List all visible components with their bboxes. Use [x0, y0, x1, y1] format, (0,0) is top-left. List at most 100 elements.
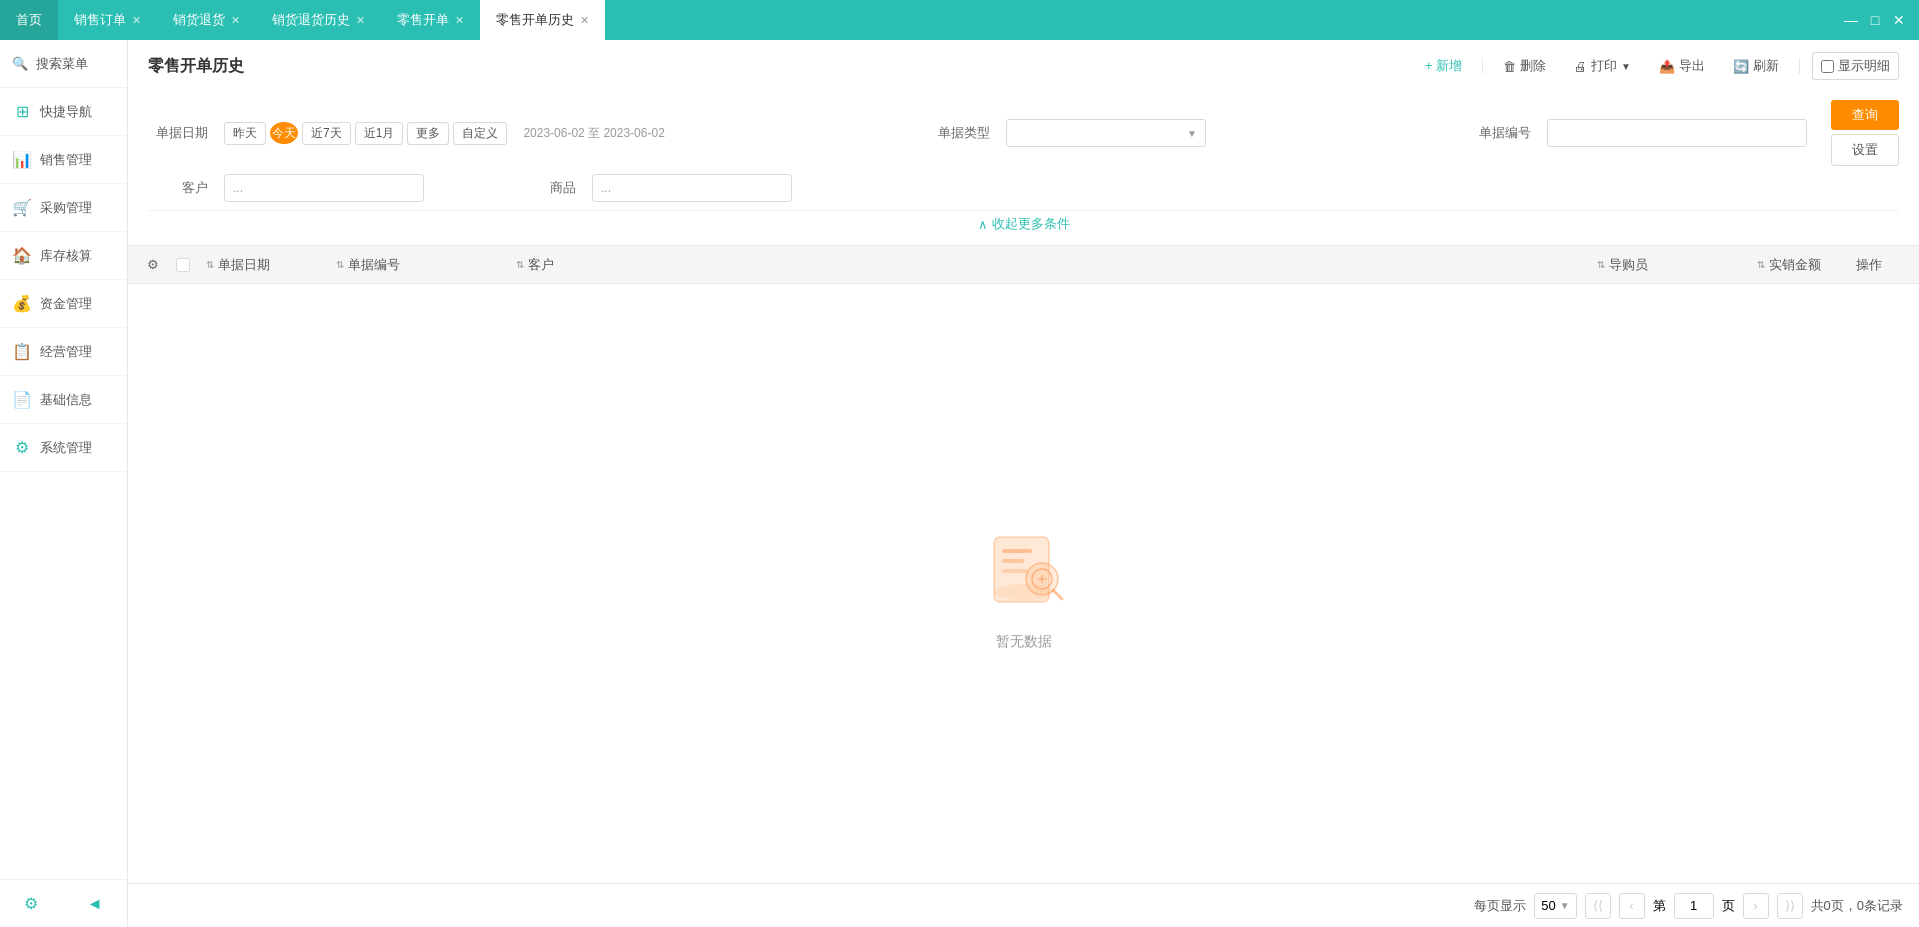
date-btn-yesterday[interactable]: 昨天 — [224, 122, 266, 145]
empty-text: 暂无数据 — [996, 633, 1052, 651]
sidebar-search[interactable]: 🔍 搜索菜单 — [0, 40, 127, 88]
th-guide[interactable]: ⇅ 导购员 — [1589, 256, 1709, 274]
th-num[interactable]: ⇅ 单据编号 — [328, 256, 508, 274]
tab-retail-open-history-label: 零售开单历史 — [496, 11, 574, 29]
display-detail-button[interactable]: 显示明细 — [1812, 52, 1899, 80]
table-header: ⚙ ⇅ 单据日期 ⇅ 单据编号 ⇅ 客户 ⇅ 导购员 — [128, 246, 1919, 284]
th-amount[interactable]: ⇅ 实销金额 — [1709, 256, 1829, 274]
doc-num-label: 单据编号 — [1471, 124, 1531, 142]
th-date[interactable]: ⇅ 单据日期 — [198, 256, 328, 274]
finance-icon: 💰 — [12, 294, 32, 313]
date-btn-1month[interactable]: 近1月 — [355, 122, 404, 145]
refresh-button-label: 刷新 — [1753, 57, 1779, 75]
print-dropdown-icon: ▼ — [1621, 61, 1631, 72]
pagination-bar: 每页显示 50 ▼ ⟨⟨ ‹ 第 页 › ⟩⟩ 共0页，0条记录 — [128, 883, 1919, 927]
refresh-button[interactable]: 🔄 刷新 — [1725, 53, 1787, 79]
filter-date-buttons: 昨天 今天 近7天 近1月 更多 自定义 — [224, 122, 507, 145]
sidebar-item-inventory[interactable]: 🏠 库存核算 — [0, 232, 127, 280]
th-customer[interactable]: ⇅ 客户 — [508, 256, 1589, 274]
new-button-label: + 新增 — [1425, 57, 1462, 75]
svg-rect-3 — [1002, 559, 1024, 563]
minimize-button[interactable]: — — [1843, 12, 1859, 28]
tab-sales-return[interactable]: 销货退货 ✕ — [157, 0, 256, 40]
tab-sales-return-label: 销货退货 — [173, 11, 225, 29]
sidebar-item-system-mgmt[interactable]: ⚙ 系统管理 — [0, 424, 127, 472]
content-area: 零售开单历史 + 新增 🗑 删除 🖨 打印 ▼ — [128, 40, 1919, 927]
th-num-label: 单据编号 — [348, 256, 400, 274]
sort-icon-guide: ⇅ — [1597, 259, 1605, 270]
maximize-button[interactable]: □ — [1867, 12, 1883, 28]
export-button-label: 导出 — [1679, 57, 1705, 75]
date-btn-today[interactable]: 今天 — [270, 122, 298, 144]
display-detail-checkbox[interactable] — [1821, 60, 1834, 73]
checkbox-all[interactable] — [176, 258, 190, 272]
delete-icon: 🗑 — [1503, 59, 1516, 74]
svg-rect-2 — [1002, 549, 1032, 553]
empty-state: 暂无数据 — [128, 284, 1919, 883]
tab-sales-order-close[interactable]: ✕ — [132, 14, 141, 27]
sidebar-item-operations[interactable]: 📋 经营管理 — [0, 328, 127, 376]
tab-sales-return-history-close[interactable]: ✕ — [356, 14, 365, 27]
sort-icon-amount: ⇅ — [1757, 259, 1765, 270]
tab-retail-open-history-close[interactable]: ✕ — [580, 14, 589, 27]
per-page-dropdown-icon: ▼ — [1560, 900, 1570, 911]
sidebar-item-basic-info[interactable]: 📄 基础信息 — [0, 376, 127, 424]
system-mgmt-icon: ⚙ — [12, 438, 32, 457]
next-page-button[interactable]: › — [1743, 893, 1769, 919]
prev-page-button[interactable]: ‹ — [1619, 893, 1645, 919]
sort-icon-num: ⇅ — [336, 259, 344, 270]
inventory-icon: 🏠 — [12, 246, 32, 265]
tab-retail-open-close[interactable]: ✕ — [455, 14, 464, 27]
query-button[interactable]: 查询 — [1831, 100, 1899, 130]
date-btn-7days[interactable]: 近7天 — [302, 122, 351, 145]
date-range-text: 2023-06-02 至 2023-06-02 — [523, 125, 664, 142]
sidebar-collapse-button[interactable]: ◄ — [87, 895, 103, 913]
export-button[interactable]: 📤 导出 — [1651, 53, 1713, 79]
sidebar: 🔍 搜索菜单 ⊞ 快捷导航 📊 销售管理 🛒 采购管理 🏠 库存核算 💰 资金管… — [0, 40, 128, 927]
print-button[interactable]: 🖨 打印 ▼ — [1566, 53, 1639, 79]
window-controls: — □ ✕ — [1843, 12, 1919, 28]
date-btn-more[interactable]: 更多 — [407, 122, 449, 145]
delete-button[interactable]: 🗑 删除 — [1495, 53, 1554, 79]
goods-more-icon: ... — [601, 181, 611, 195]
sort-icon-date: ⇅ — [206, 259, 214, 270]
operations-icon: 📋 — [12, 342, 32, 361]
svg-line-6 — [1053, 590, 1062, 599]
last-page-button[interactable]: ⟩⟩ — [1777, 893, 1803, 919]
doc-num-input[interactable] — [1547, 119, 1807, 147]
page-number-input[interactable] — [1674, 893, 1714, 919]
tab-retail-open[interactable]: 零售开单 ✕ — [381, 0, 480, 40]
column-settings-button[interactable]: ⚙ — [138, 257, 168, 272]
new-button[interactable]: + 新增 — [1417, 53, 1470, 79]
svg-rect-4 — [1002, 569, 1028, 573]
select-all-checkbox[interactable] — [168, 258, 198, 272]
sidebar-item-purchase-mgmt[interactable]: 🛒 采购管理 — [0, 184, 127, 232]
tab-home[interactable]: 首页 — [0, 0, 58, 40]
tab-sales-return-close[interactable]: ✕ — [231, 14, 240, 27]
set-button[interactable]: 设置 — [1831, 134, 1899, 166]
sidebar-item-sales-mgmt[interactable]: 📊 销售管理 — [0, 136, 127, 184]
tab-retail-open-history[interactable]: 零售开单历史 ✕ — [480, 0, 605, 40]
first-page-button[interactable]: ⟨⟨ — [1585, 893, 1611, 919]
per-page-select[interactable]: 50 ▼ — [1534, 893, 1576, 919]
tab-home-label: 首页 — [16, 11, 42, 29]
doc-type-select[interactable]: ▼ — [1006, 119, 1206, 147]
tab-sales-return-history[interactable]: 销货退货历史 ✕ — [256, 0, 381, 40]
close-button[interactable]: ✕ — [1891, 12, 1907, 28]
sidebar-item-finance[interactable]: 💰 资金管理 — [0, 280, 127, 328]
main-layout: 🔍 搜索菜单 ⊞ 快捷导航 📊 销售管理 🛒 采购管理 🏠 库存核算 💰 资金管… — [0, 40, 1919, 927]
page-label: 第 — [1653, 897, 1666, 915]
sidebar-settings-button[interactable]: ⚙ — [24, 894, 38, 913]
sidebar-bottom: ⚙ ◄ — [0, 879, 127, 927]
customer-input[interactable]: ... — [224, 174, 424, 202]
tab-sales-order[interactable]: 销售订单 ✕ — [58, 0, 157, 40]
search-icon: 🔍 — [12, 56, 28, 71]
sidebar-item-quick-nav[interactable]: ⊞ 快捷导航 — [0, 88, 127, 136]
date-btn-custom[interactable]: 自定义 — [453, 122, 507, 145]
tab-sales-order-label: 销售订单 — [74, 11, 126, 29]
filter-row-2: 客户 ... 商品 ... — [148, 174, 1899, 202]
delete-button-label: 删除 — [1520, 57, 1546, 75]
goods-input[interactable]: ... — [592, 174, 792, 202]
collapse-button[interactable]: ∧ 收起更多条件 — [148, 210, 1899, 237]
sidebar-item-basic-info-label: 基础信息 — [40, 391, 92, 409]
